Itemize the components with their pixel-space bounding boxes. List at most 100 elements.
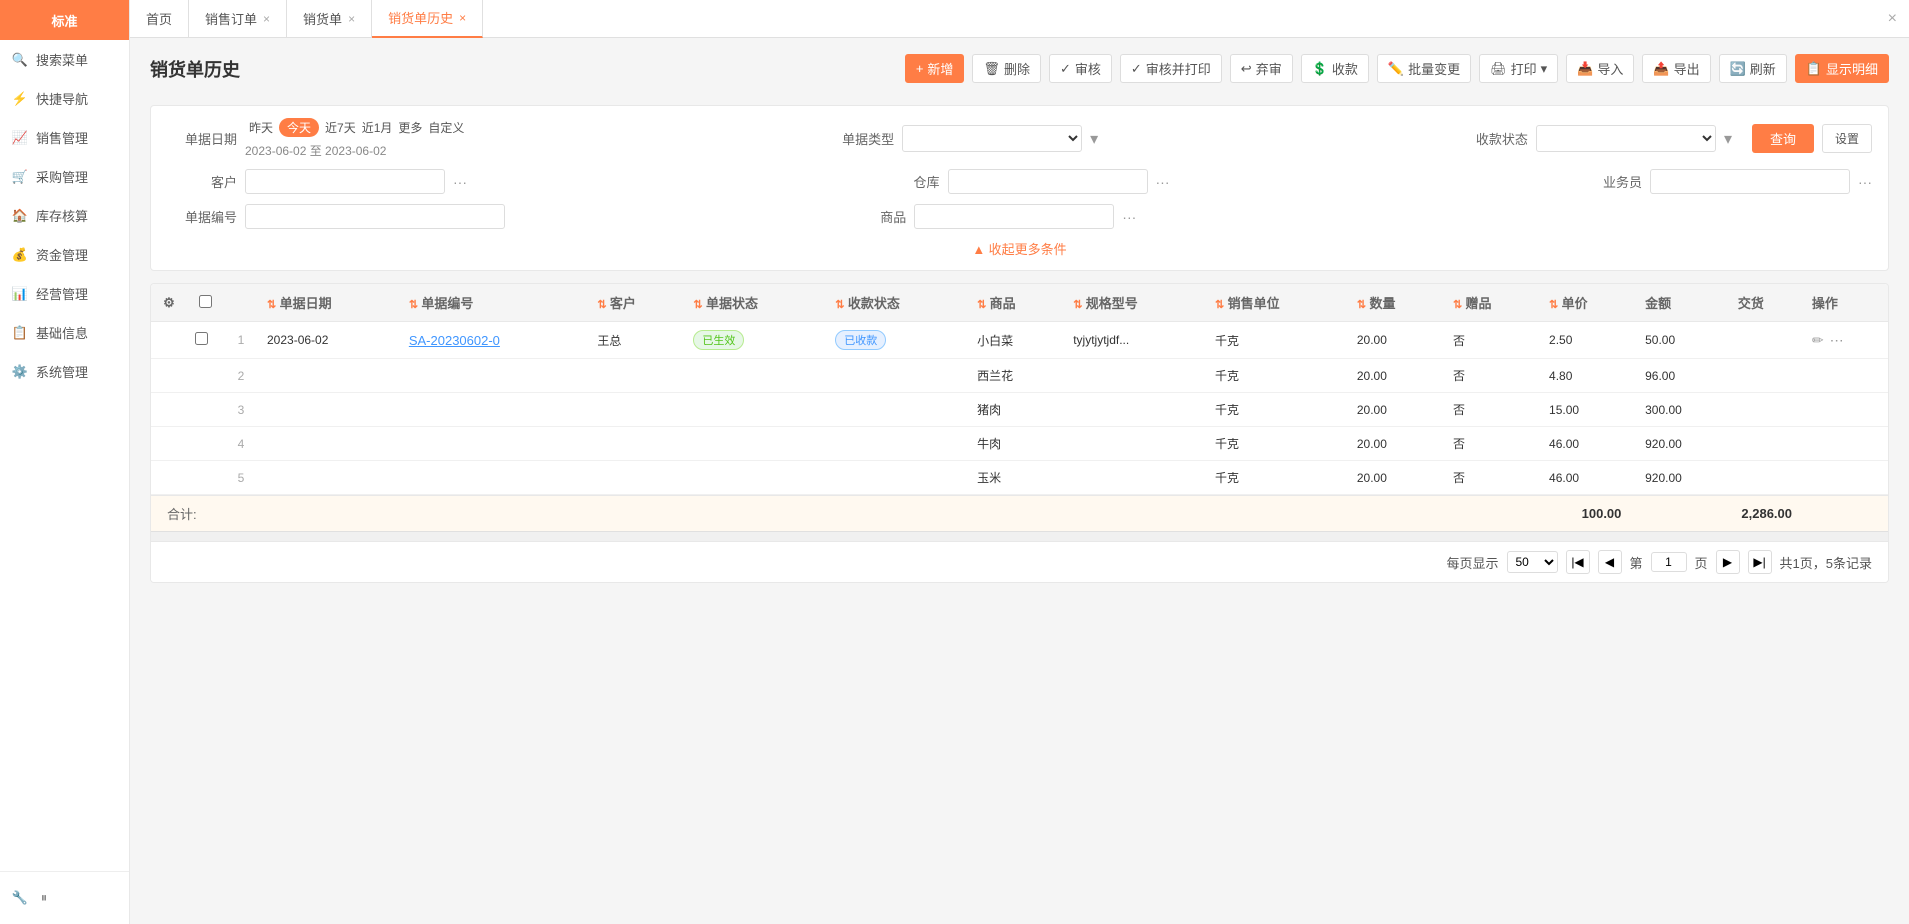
th-gift[interactable]: ⇅ 赠品 (1445, 284, 1541, 322)
print-button[interactable]: 🖨 打印 ▾ (1479, 54, 1558, 83)
row-trade (1730, 322, 1804, 359)
sort-goods-icon: ⇅ (977, 299, 986, 311)
th-gear[interactable]: ⚙ (151, 284, 187, 322)
th-docno[interactable]: ⇅ 单据编号 (401, 284, 590, 322)
th-goods[interactable]: ⇅ 商品 (969, 284, 1065, 322)
doc-no-input[interactable] (245, 204, 505, 229)
close-tab-sales-order[interactable]: × (263, 12, 270, 26)
close-all-tabs-btn[interactable]: × (1876, 10, 1909, 28)
batch-change-button[interactable]: ✏️ 批量变更 (1377, 54, 1471, 83)
new-button[interactable]: + 新增 (905, 54, 965, 83)
date-1month-btn[interactable]: 近1月 (362, 119, 393, 136)
customer-input[interactable] (245, 169, 445, 194)
th-pay-status[interactable]: ⇅ 收款状态 (827, 284, 969, 322)
sort-pay-status-icon: ⇅ (835, 299, 844, 311)
date-custom-btn[interactable]: 自定义 (428, 119, 464, 136)
warehouse-input[interactable] (948, 169, 1148, 194)
tab-sales-history[interactable]: 销货单历史 × (372, 0, 483, 38)
row-amount: 920.00 (1637, 427, 1730, 461)
next-page-btn[interactable]: ▶ (1716, 550, 1740, 574)
tab-sales-goods[interactable]: 销货单 × (287, 0, 372, 38)
date-7days-btn[interactable]: 近7天 (325, 119, 356, 136)
th-customer[interactable]: ⇅ 客户 (589, 284, 685, 322)
table-row: 2 西兰花 千克 20.00 否 4.80 96.00 (151, 359, 1888, 393)
tab-home[interactable]: 首页 (130, 0, 189, 38)
table-header-row: ⚙ ⇅ 单据日期 ⇅ 单据编号 (151, 284, 1888, 322)
th-check[interactable] (187, 284, 223, 322)
collapse-icon: ▲ (972, 242, 985, 257)
refresh-button[interactable]: 🔄 刷新 (1719, 54, 1787, 83)
row-goods: 西兰花 (969, 359, 1065, 393)
delete-button[interactable]: 🗑 删除 (972, 54, 1041, 83)
row-spec (1065, 461, 1207, 495)
page-number-input[interactable] (1651, 552, 1687, 572)
audit-button[interactable]: ✓ 审核 (1049, 54, 1112, 83)
export-button[interactable]: 📤 导出 (1642, 54, 1710, 83)
edit-icon[interactable]: ✏ (1812, 332, 1824, 349)
close-tab-sales-history[interactable]: × (459, 11, 466, 25)
show-details-button[interactable]: 📋 显示明细 (1795, 54, 1889, 83)
sidebar-item-system-mgmt[interactable]: ⚙️ 系统管理 (0, 352, 129, 391)
bar-chart-icon: 📊 (12, 286, 28, 302)
th-qty[interactable]: ⇅ 数量 (1349, 284, 1445, 322)
th-spec[interactable]: ⇅ 规格型号 (1065, 284, 1207, 322)
row-no: 1 (223, 322, 259, 359)
abandon-icon: ↩ (1241, 61, 1252, 77)
money-icon: 💰 (12, 247, 28, 263)
collapse-btn[interactable]: ▲ 收起更多条件 (167, 239, 1872, 258)
import-button[interactable]: 📥 导入 (1566, 54, 1634, 83)
payment-status-select[interactable] (1536, 125, 1716, 152)
sidebar-item-sales-mgmt[interactable]: 📈 销售管理 (0, 118, 129, 157)
sidebar-bottom-item[interactable]: 🔧 ⏸ (0, 880, 129, 916)
sidebar-item-quick-nav[interactable]: ⚡ 快捷导航 (0, 79, 129, 118)
th-date[interactable]: ⇅ 单据日期 (259, 284, 401, 322)
sidebar-item-inventory[interactable]: 🏠 库存核算 (0, 196, 129, 235)
table-row: 1 2023-06-02 SA-20230602-0 王总 已生效 已收款 小白… (151, 322, 1888, 359)
sidebar-item-basic-info[interactable]: 📋 基础信息 (0, 313, 129, 352)
search-icon: 🔍 (12, 52, 28, 68)
per-page-select[interactable]: 50 100 200 (1507, 551, 1558, 573)
th-doc-status[interactable]: ⇅ 单据状态 (685, 284, 827, 322)
query-button[interactable]: 查询 (1752, 124, 1814, 153)
docno-link[interactable]: SA-20230602-0 (409, 333, 500, 348)
more-action-icon[interactable]: ⋯ (1830, 332, 1844, 349)
customer-ellipsis[interactable]: ··· (453, 174, 467, 190)
sidebar-item-finance-mgmt[interactable]: 💰 资金管理 (0, 235, 129, 274)
collect-button[interactable]: 💲 收款 (1301, 54, 1369, 83)
salesperson-ellipsis[interactable]: ··· (1858, 174, 1872, 190)
batch-change-icon: ✏️ (1388, 61, 1404, 77)
pay-status-badge: 已收款 (835, 330, 886, 350)
date-today-btn[interactable]: 今天 (279, 118, 319, 137)
row-trade (1730, 461, 1804, 495)
row-check[interactable] (187, 322, 223, 359)
goods-ellipsis[interactable]: ··· (1122, 209, 1136, 225)
last-page-btn[interactable]: ▶| (1748, 550, 1772, 574)
goods-input[interactable] (914, 204, 1114, 229)
first-page-btn[interactable]: |◀ (1566, 550, 1590, 574)
row-gift: 否 (1445, 322, 1541, 359)
close-tab-sales-goods[interactable]: × (348, 12, 355, 26)
th-unit[interactable]: ⇅ 销售单位 (1207, 284, 1349, 322)
tab-sales-order[interactable]: 销售订单 × (189, 0, 287, 38)
setting-button[interactable]: 设置 (1822, 124, 1872, 153)
row-qty: 20.00 (1349, 461, 1445, 495)
date-more-btn[interactable]: 更多 (398, 119, 422, 136)
row-action (1804, 427, 1888, 461)
sidebar: 标准 🔍 搜索菜单 ⚡ 快捷导航 📈 销售管理 🛒 采购管理 🏠 库存核算 💰 … (0, 0, 130, 924)
prev-page-btn[interactable]: ◀ (1598, 550, 1622, 574)
row-pay-status (827, 393, 969, 427)
audit-print-button[interactable]: ✓ 审核并打印 (1120, 54, 1222, 83)
salesperson-input[interactable] (1650, 169, 1850, 194)
row-checkbox[interactable] (195, 332, 208, 345)
abandon-button[interactable]: ↩ 弃审 (1230, 54, 1293, 83)
sidebar-item-purchase-mgmt[interactable]: 🛒 采购管理 (0, 157, 129, 196)
warehouse-ellipsis[interactable]: ··· (1156, 174, 1170, 190)
horizontal-scrollbar[interactable] (151, 531, 1888, 541)
date-yesterday-btn[interactable]: 昨天 (249, 119, 273, 136)
pagination: 每页显示 50 100 200 |◀ ◀ 第 页 ▶ ▶| 共1页，5条记录 (151, 541, 1888, 582)
doc-type-select[interactable] (902, 125, 1082, 152)
sidebar-item-search-menu[interactable]: 🔍 搜索菜单 (0, 40, 129, 79)
th-price[interactable]: ⇅ 单价 (1541, 284, 1637, 322)
sidebar-item-operations-mgmt[interactable]: 📊 经营管理 (0, 274, 129, 313)
select-all-checkbox[interactable] (199, 295, 212, 308)
